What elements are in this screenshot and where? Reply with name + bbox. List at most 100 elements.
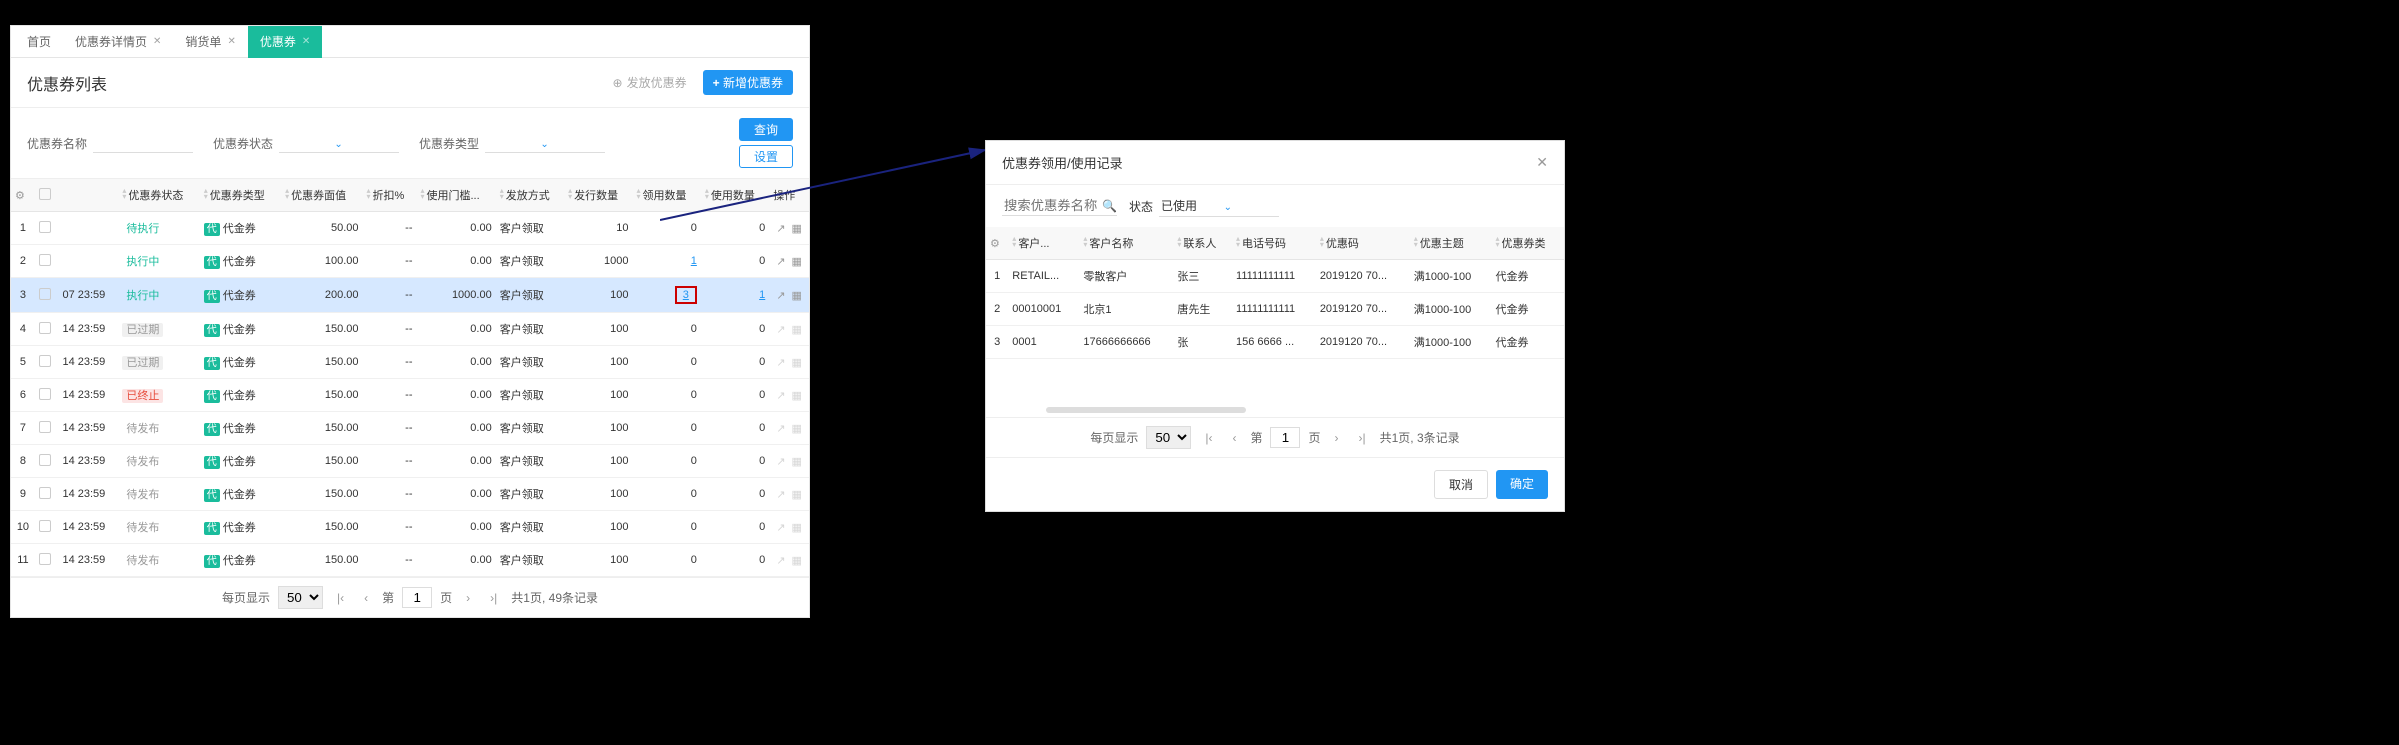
checkbox[interactable] bbox=[39, 288, 51, 300]
qr-icon[interactable]: ▦ bbox=[792, 488, 802, 501]
col-gear[interactable]: ⚙ bbox=[11, 179, 35, 212]
checkbox[interactable] bbox=[39, 322, 51, 334]
table-row[interactable]: 2 执行中 代代金券 100.00 -- 0.00 客户领取 1000 1 0 … bbox=[11, 245, 809, 278]
col-type[interactable]: ▴▾优惠券类型 bbox=[200, 179, 281, 212]
qr-icon[interactable]: ▦ bbox=[792, 356, 802, 369]
table-row[interactable]: 1 RETAIL... 零散客户 张三 11111111111 2019120 … bbox=[986, 260, 1564, 293]
share-icon[interactable]: ↗ bbox=[776, 455, 785, 468]
ok-button[interactable]: 确定 bbox=[1496, 470, 1548, 499]
table-row[interactable]: 9 14 23:59 待发布 代代金券 150.00 -- 0.00 客户领取 … bbox=[11, 478, 809, 511]
qr-icon[interactable]: ▦ bbox=[792, 222, 802, 235]
status-select[interactable]: ⌄ bbox=[279, 134, 399, 153]
name-input[interactable] bbox=[93, 133, 193, 153]
qr-icon[interactable]: ▦ bbox=[792, 255, 802, 268]
col-gear[interactable]: ⚙ bbox=[986, 227, 1008, 260]
claimed-link[interactable]: 3 bbox=[683, 289, 689, 301]
prev-page-button[interactable]: ‹ bbox=[1226, 429, 1242, 447]
col-vcode[interactable]: ▴▾优惠码 bbox=[1316, 227, 1410, 260]
type-select[interactable]: ⌄ bbox=[485, 134, 605, 153]
col-contact[interactable]: ▴▾联系人 bbox=[1173, 227, 1232, 260]
col-method[interactable]: ▴▾发放方式 bbox=[496, 179, 564, 212]
checkbox[interactable] bbox=[39, 355, 51, 367]
col-topic[interactable]: ▴▾优惠主题 bbox=[1410, 227, 1492, 260]
page-input[interactable] bbox=[402, 587, 432, 608]
tab-sales-order[interactable]: 销货单✕ bbox=[173, 26, 247, 58]
checkbox[interactable] bbox=[39, 454, 51, 466]
col-claimed[interactable]: ▴▾领用数量 bbox=[632, 179, 700, 212]
close-icon[interactable]: ✕ bbox=[1536, 154, 1548, 171]
distribute-button[interactable]: ⊕ 发放优惠券 bbox=[605, 70, 695, 95]
add-coupon-button[interactable]: + 新增优惠券 bbox=[703, 70, 793, 95]
share-icon[interactable]: ↗ bbox=[776, 521, 785, 534]
col-cust-name[interactable]: ▴▾客户名称 bbox=[1079, 227, 1173, 260]
close-icon[interactable]: ✕ bbox=[153, 36, 161, 47]
col-status[interactable]: ▴▾优惠券状态 bbox=[118, 179, 199, 212]
col-type[interactable]: ▴▾优惠券类 bbox=[1492, 227, 1564, 260]
table-row[interactable]: 11 14 23:59 待发布 代代金券 150.00 -- 0.00 客户领取… bbox=[11, 544, 809, 577]
cancel-button[interactable]: 取消 bbox=[1434, 470, 1488, 499]
share-icon[interactable]: ↗ bbox=[776, 488, 785, 501]
checkbox[interactable] bbox=[39, 520, 51, 532]
search-input[interactable] bbox=[1002, 196, 1102, 215]
settings-button[interactable]: 设置 bbox=[739, 145, 793, 168]
checkbox[interactable] bbox=[39, 188, 51, 200]
table-row[interactable]: 8 14 23:59 待发布 代代金券 150.00 -- 0.00 客户领取 … bbox=[11, 445, 809, 478]
last-page-button[interactable]: ›| bbox=[1353, 429, 1372, 447]
first-page-button[interactable]: |‹ bbox=[331, 589, 350, 607]
share-icon[interactable]: ↗ bbox=[776, 554, 785, 567]
table-row[interactable]: 4 14 23:59 已过期 代代金券 150.00 -- 0.00 客户领取 … bbox=[11, 313, 809, 346]
qr-icon[interactable]: ▦ bbox=[792, 455, 802, 468]
per-page-select[interactable]: 50 bbox=[1146, 426, 1191, 449]
col-used[interactable]: ▴▾使用数量 bbox=[701, 179, 769, 212]
col-cust-code[interactable]: ▴▾客户... bbox=[1008, 227, 1079, 260]
col-issued[interactable]: ▴▾发行数量 bbox=[564, 179, 632, 212]
checkbox[interactable] bbox=[39, 221, 51, 233]
tab-home[interactable]: 首页 bbox=[15, 26, 63, 58]
col-disc[interactable]: ▴▾折扣% bbox=[363, 179, 417, 212]
state-select[interactable]: 已使用 ⌄ bbox=[1159, 195, 1279, 217]
share-icon[interactable]: ↗ bbox=[776, 389, 785, 402]
qr-icon[interactable]: ▦ bbox=[792, 289, 802, 302]
share-icon[interactable]: ↗ bbox=[776, 422, 785, 435]
search-button[interactable]: 查询 bbox=[739, 118, 793, 141]
prev-page-button[interactable]: ‹ bbox=[358, 589, 374, 607]
last-page-button[interactable]: ›| bbox=[484, 589, 503, 607]
share-icon[interactable]: ↗ bbox=[776, 356, 785, 369]
qr-icon[interactable]: ▦ bbox=[792, 389, 802, 402]
checkbox[interactable] bbox=[39, 421, 51, 433]
page-input[interactable] bbox=[1270, 427, 1300, 448]
checkbox[interactable] bbox=[39, 254, 51, 266]
share-icon[interactable]: ↗ bbox=[776, 323, 785, 336]
qr-icon[interactable]: ▦ bbox=[792, 422, 802, 435]
share-icon[interactable]: ↗ bbox=[776, 289, 785, 302]
claimed-link[interactable]: 1 bbox=[691, 255, 697, 267]
used-link[interactable]: 1 bbox=[759, 289, 765, 301]
table-row[interactable]: 6 14 23:59 已终止 代代金券 150.00 -- 0.00 客户领取 … bbox=[11, 379, 809, 412]
col-phone[interactable]: ▴▾电话号码 bbox=[1232, 227, 1316, 260]
table-row[interactable]: 7 14 23:59 待发布 代代金券 150.00 -- 0.00 客户领取 … bbox=[11, 412, 809, 445]
search-icon[interactable]: 🔍 bbox=[1102, 199, 1117, 213]
table-row[interactable]: 2 00010001 北京1 唐先生 11111111111 2019120 7… bbox=[986, 293, 1564, 326]
checkbox[interactable] bbox=[39, 553, 51, 565]
table-row[interactable]: 1 待执行 代代金券 50.00 -- 0.00 客户领取 10 0 0 ↗▦ bbox=[11, 212, 809, 245]
share-icon[interactable]: ↗ bbox=[776, 255, 785, 268]
table-row[interactable]: 5 14 23:59 已过期 代代金券 150.00 -- 0.00 客户领取 … bbox=[11, 346, 809, 379]
qr-icon[interactable]: ▦ bbox=[792, 521, 802, 534]
scrollbar[interactable] bbox=[1046, 407, 1246, 413]
per-page-select[interactable]: 50 bbox=[278, 586, 323, 609]
tab-coupon[interactable]: 优惠券✕ bbox=[248, 26, 322, 58]
next-page-button[interactable]: › bbox=[1329, 429, 1345, 447]
qr-icon[interactable]: ▦ bbox=[792, 323, 802, 336]
table-row[interactable]: 10 14 23:59 待发布 代代金券 150.00 -- 0.00 客户领取… bbox=[11, 511, 809, 544]
close-icon[interactable]: ✕ bbox=[302, 36, 310, 47]
checkbox[interactable] bbox=[39, 487, 51, 499]
share-icon[interactable]: ↗ bbox=[776, 222, 785, 235]
first-page-button[interactable]: |‹ bbox=[1199, 429, 1218, 447]
checkbox[interactable] bbox=[39, 388, 51, 400]
tab-coupon-detail[interactable]: 优惠券详情页✕ bbox=[63, 26, 173, 58]
col-thresh[interactable]: ▴▾使用门槛... bbox=[416, 179, 495, 212]
col-check[interactable] bbox=[35, 179, 59, 212]
table-row[interactable]: 3 0001 17666666666 张 156 6666 ... 201912… bbox=[986, 326, 1564, 359]
table-row[interactable]: 3 07 23:59 执行中 代代金券 200.00 -- 1000.00 客户… bbox=[11, 278, 809, 313]
close-icon[interactable]: ✕ bbox=[227, 36, 235, 47]
